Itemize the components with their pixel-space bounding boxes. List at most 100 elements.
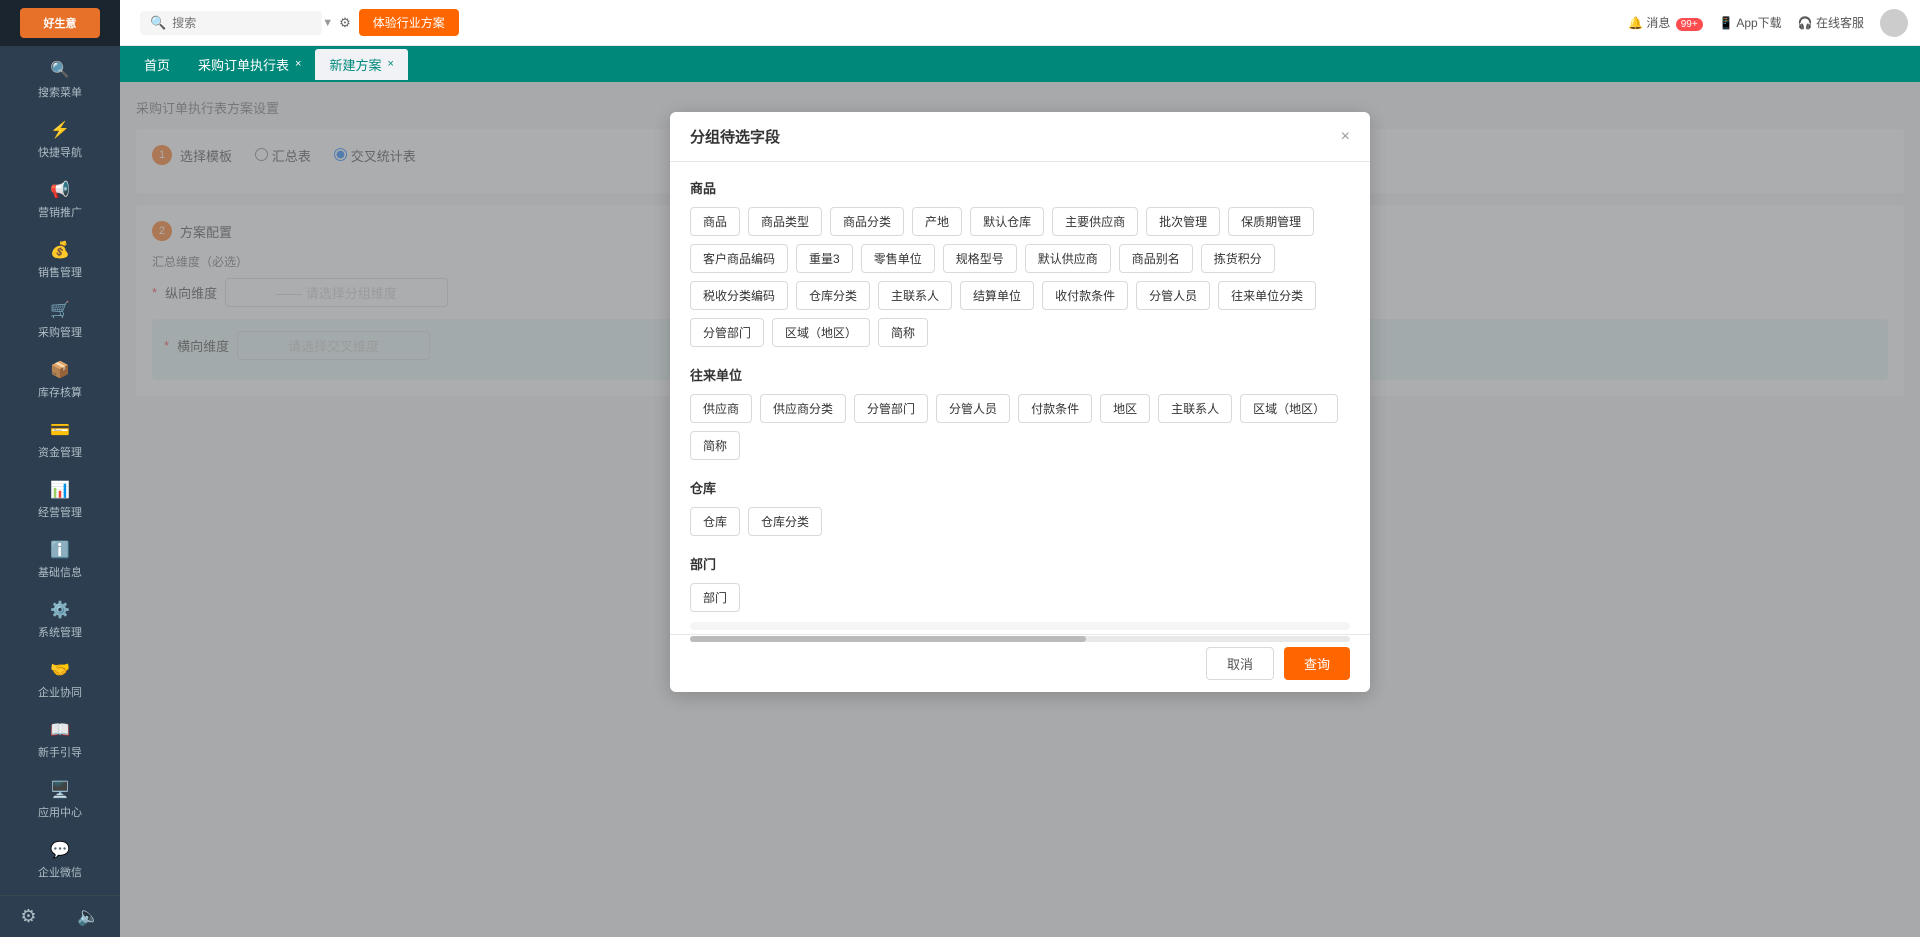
field-tag-0-15[interactable]: 税收分类编码	[690, 281, 788, 310]
dropdown-arrow[interactable]: ▼	[322, 17, 333, 29]
field-tags-2: 仓库仓库分类	[690, 507, 1350, 536]
field-tag-0-16[interactable]: 仓库分类	[796, 281, 870, 310]
sidebar-item-3[interactable]: 💰 销售管理	[0, 230, 120, 290]
field-tag-2-0[interactable]: 仓库	[690, 507, 740, 536]
sidebar-icon-0: 🔍	[50, 60, 70, 80]
field-tag-1-1[interactable]: 供应商分类	[760, 394, 846, 423]
field-tag-0-23[interactable]: 区域（地区）	[772, 318, 870, 347]
confirm-button[interactable]: 查询	[1284, 647, 1350, 680]
download-item[interactable]: 📱 App下载	[1719, 14, 1782, 31]
sidebar-item-7[interactable]: 📊 经营管理	[0, 470, 120, 530]
sidebar-item-5[interactable]: 📦 库存核算	[0, 350, 120, 410]
field-tag-1-2[interactable]: 分管部门	[854, 394, 928, 423]
sidebar-item-10[interactable]: 🤝 企业协同	[0, 650, 120, 710]
modal-footer: 取消 查询	[670, 634, 1370, 692]
field-tag-0-13[interactable]: 商品别名	[1119, 244, 1193, 273]
section-title-0: 商品	[690, 178, 1350, 197]
field-tag-0-20[interactable]: 分管人员	[1136, 281, 1210, 310]
sidebar-item-4[interactable]: 🛒 采购管理	[0, 290, 120, 350]
sidebar-icon-2: 📢	[50, 180, 70, 200]
nav-tab-2[interactable]: 新建方案×	[315, 49, 407, 80]
cancel-button[interactable]: 取消	[1206, 647, 1274, 680]
sidebar-item-8[interactable]: ℹ️ 基础信息	[0, 530, 120, 590]
modal-close-btn[interactable]: ×	[1341, 128, 1350, 146]
modal-title: 分组待选字段	[690, 126, 780, 147]
sidebar-bottom: ⚙ 🔈	[0, 895, 120, 937]
sidebar-item-0[interactable]: 🔍 搜索菜单	[0, 50, 120, 110]
sidebar-logo: 好生意	[0, 0, 120, 46]
sidebar-item-1[interactable]: ⚡ 快捷导航	[0, 110, 120, 170]
sidebar-label-12: 应用中心	[38, 804, 82, 820]
field-tag-1-3[interactable]: 分管人员	[936, 394, 1010, 423]
field-tag-0-10[interactable]: 零售单位	[861, 244, 935, 273]
sidebar-item-13[interactable]: 💬 企业微信	[0, 830, 120, 890]
search-box: 🔍	[140, 11, 322, 35]
field-tag-0-7[interactable]: 保质期管理	[1228, 207, 1314, 236]
field-tag-0-4[interactable]: 默认仓库	[970, 207, 1044, 236]
field-tag-0-19[interactable]: 收付款条件	[1042, 281, 1128, 310]
sidebar-item-2[interactable]: 📢 营销推广	[0, 170, 120, 230]
field-tag-0-9[interactable]: 重量3	[796, 244, 853, 273]
field-tag-0-17[interactable]: 主联系人	[878, 281, 952, 310]
field-tag-0-1[interactable]: 商品类型	[748, 207, 822, 236]
field-tag-0-5[interactable]: 主要供应商	[1052, 207, 1138, 236]
field-tag-0-22[interactable]: 分管部门	[690, 318, 764, 347]
sidebar-item-6[interactable]: 💳 资金管理	[0, 410, 120, 470]
modal-body: 商品商品商品类型商品分类产地默认仓库主要供应商批次管理保质期管理客户商品编码重量…	[670, 162, 1370, 618]
sidebar-label-3: 销售管理	[38, 264, 82, 280]
sidebar-icon-10: 🤝	[50, 660, 70, 680]
section-title-2: 仓库	[690, 478, 1350, 497]
field-tag-0-0[interactable]: 商品	[690, 207, 740, 236]
nav-tab-0[interactable]: 首页	[130, 49, 184, 80]
field-tag-0-2[interactable]: 商品分类	[830, 207, 904, 236]
tab-close-2[interactable]: ×	[387, 58, 393, 70]
notification-item[interactable]: 🔔 消息 99+	[1628, 14, 1703, 31]
search-input[interactable]	[172, 16, 312, 30]
sidebar-icon-9: ⚙️	[50, 600, 70, 620]
field-tag-3-0[interactable]: 部门	[690, 583, 740, 612]
industry-btn[interactable]: 体验行业方案	[359, 9, 459, 36]
field-tag-1-8[interactable]: 简称	[690, 431, 740, 460]
sidebar-icon-3: 💰	[50, 240, 70, 260]
logo-badge: 好生意	[20, 8, 100, 38]
section-title-1: 往来单位	[690, 365, 1350, 384]
notification-badge: 99+	[1676, 18, 1703, 31]
tab-label-1: 采购订单执行表	[198, 55, 289, 74]
field-tag-1-4[interactable]: 付款条件	[1018, 394, 1092, 423]
service-item[interactable]: 🎧 在线客服	[1798, 14, 1864, 31]
nav-tab-1[interactable]: 采购订单执行表 ×	[184, 49, 315, 80]
sidebar-item-11[interactable]: 📖 新手引导	[0, 710, 120, 770]
sidebar-item-9[interactable]: ⚙️ 系统管理	[0, 590, 120, 650]
field-tag-0-3[interactable]: 产地	[912, 207, 962, 236]
sidebar-icon-12: 🖥️	[50, 780, 70, 800]
tab-close-1[interactable]: ×	[295, 58, 301, 70]
sidebar-item-12[interactable]: 🖥️ 应用中心	[0, 770, 120, 830]
settings-icon[interactable]: ⚙	[20, 906, 36, 927]
field-tags-0: 商品商品类型商品分类产地默认仓库主要供应商批次管理保质期管理客户商品编码重量3 零…	[690, 207, 1350, 347]
field-tag-1-0[interactable]: 供应商	[690, 394, 752, 423]
field-tag-0-12[interactable]: 默认供应商	[1025, 244, 1111, 273]
settings-top-icon[interactable]: ⚙	[339, 15, 351, 31]
field-tag-0-21[interactable]: 往来单位分类	[1218, 281, 1316, 310]
sidebar-label-0: 搜索菜单	[38, 84, 82, 100]
field-tag-0-8[interactable]: 客户商品编码	[690, 244, 788, 273]
field-tag-0-11[interactable]: 规格型号	[943, 244, 1017, 273]
sidebar-icon-4: 🛒	[50, 300, 70, 320]
field-tag-0-14[interactable]: 拣货积分	[1201, 244, 1275, 273]
field-tag-1-6[interactable]: 主联系人	[1158, 394, 1232, 423]
sidebar-icon-7: 📊	[50, 480, 70, 500]
logo-text: 好生意	[44, 15, 77, 31]
field-tag-1-5[interactable]: 地区	[1100, 394, 1150, 423]
avatar[interactable]	[1880, 9, 1908, 37]
field-tag-2-1[interactable]: 仓库分类	[748, 507, 822, 536]
sidebar-label-13: 企业微信	[38, 864, 82, 880]
field-tag-0-6[interactable]: 批次管理	[1146, 207, 1220, 236]
field-tag-0-24[interactable]: 简称	[878, 318, 928, 347]
audio-icon[interactable]: 🔈	[77, 906, 99, 927]
field-tag-0-18[interactable]: 结算单位	[960, 281, 1034, 310]
sidebar-label-10: 企业协同	[38, 684, 82, 700]
sidebar-label-1: 快捷导航	[38, 144, 82, 160]
sidebar: 好生意 🔍 搜索菜单 ⚡ 快捷导航 📢 营销推广 💰 销售管理 🛒 采购管理 📦…	[0, 0, 120, 937]
field-tag-1-7[interactable]: 区域（地区）	[1240, 394, 1338, 423]
field-tags-3: 部门	[690, 583, 1350, 612]
